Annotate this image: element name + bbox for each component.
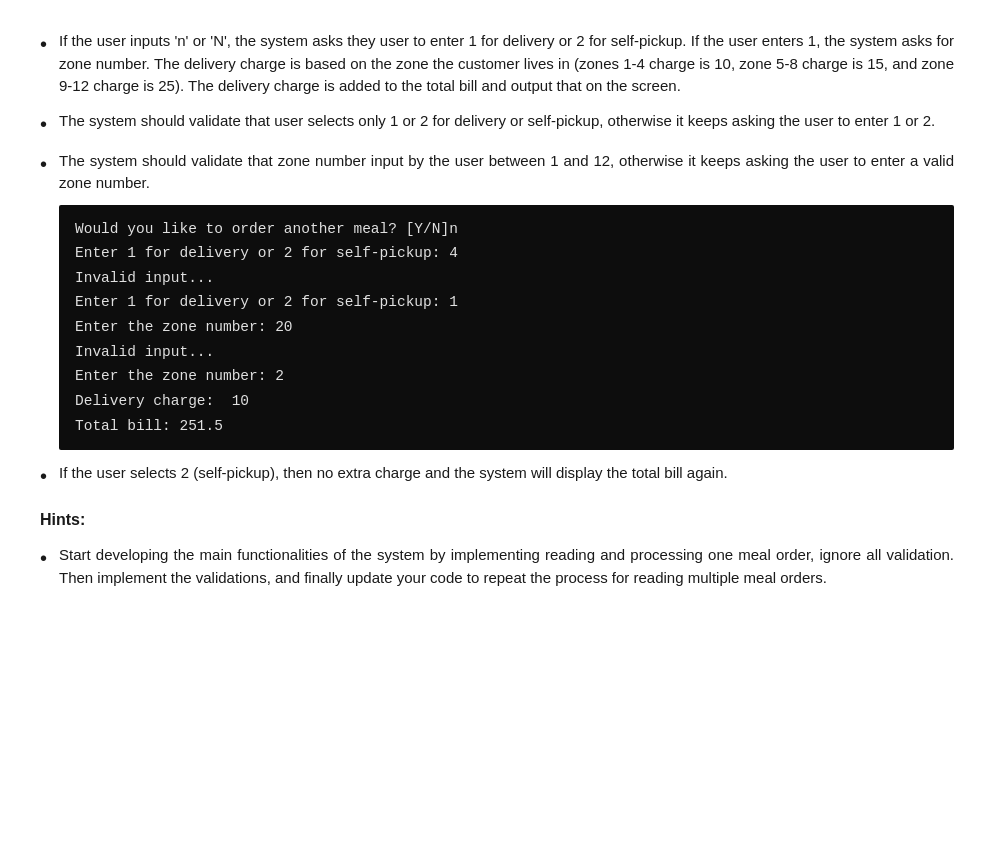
bullet-text-with-terminal: The system should validate that zone num… (59, 150, 954, 451)
hint-item: • Start developing the main functionalit… (40, 544, 954, 589)
bullet-icon: • (40, 110, 47, 138)
hints-heading: Hints: (40, 508, 954, 532)
terminal-line: Delivery charge: 10 (75, 389, 938, 414)
main-bullet-list: • If the user inputs 'n' or 'N', the sys… (40, 30, 954, 490)
bullet-text: If the user selects 2 (self-pickup), the… (59, 462, 954, 485)
terminal-line: Invalid input... (75, 266, 938, 291)
terminal-line: Enter 1 for delivery or 2 for self-picku… (75, 241, 938, 266)
hints-list: • Start developing the main functionalit… (40, 544, 954, 589)
hint-text: Start developing the main functionalitie… (59, 544, 954, 589)
terminal-output: Would you like to order another meal? [Y… (59, 205, 954, 451)
list-item: • If the user selects 2 (self-pickup), t… (40, 462, 954, 490)
bullet-icon: • (40, 544, 47, 572)
bullet-icon: • (40, 30, 47, 58)
bullet-text: If the user inputs 'n' or 'N', the syste… (59, 30, 954, 98)
list-item: • The system should validate that user s… (40, 110, 954, 138)
terminal-line: Enter the zone number: 2 (75, 364, 938, 389)
bullet-icon: • (40, 462, 47, 490)
bullet-text: The system should validate that zone num… (59, 152, 954, 192)
terminal-line: Invalid input... (75, 340, 938, 365)
terminal-line: Would you like to order another meal? [Y… (75, 217, 938, 242)
bullet-text: The system should validate that user sel… (59, 110, 954, 133)
terminal-line: Enter 1 for delivery or 2 for self-picku… (75, 290, 938, 315)
terminal-line: Total bill: 251.5 (75, 414, 938, 439)
terminal-line: Enter the zone number: 20 (75, 315, 938, 340)
list-item-with-terminal: • The system should validate that zone n… (40, 150, 954, 451)
bullet-icon: • (40, 150, 47, 178)
list-item: • If the user inputs 'n' or 'N', the sys… (40, 30, 954, 98)
